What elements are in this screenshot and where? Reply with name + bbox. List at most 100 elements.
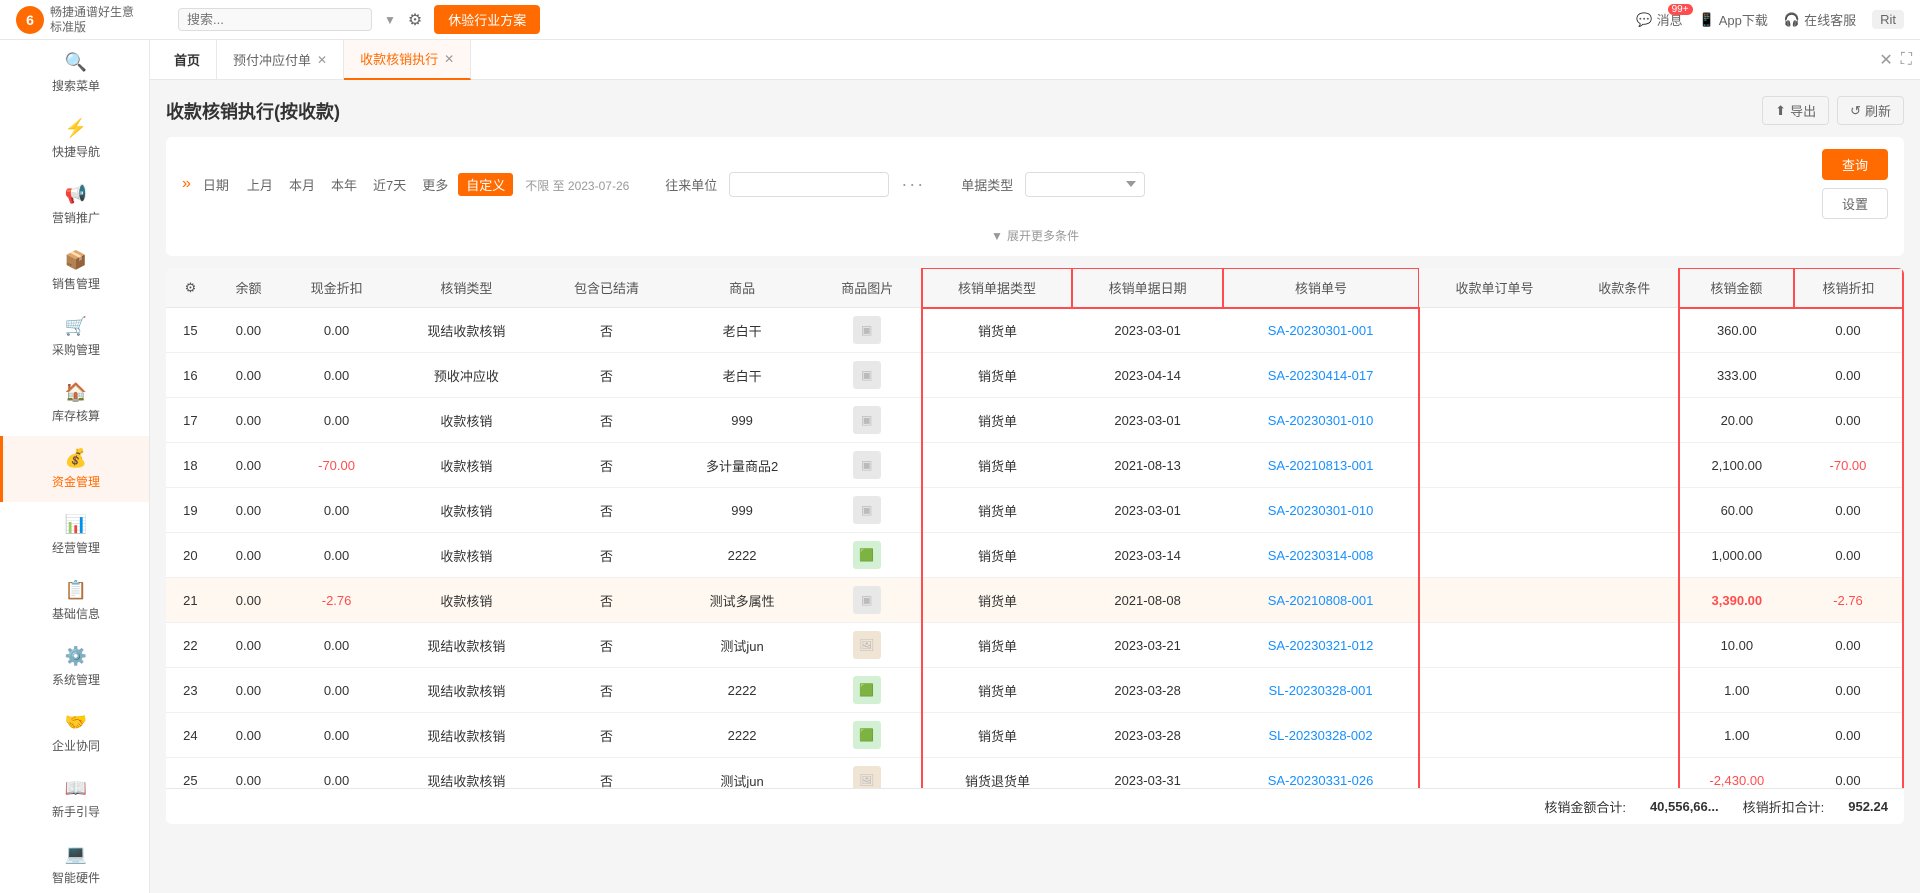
bill-no-link[interactable]: SA-20230414-017 bbox=[1268, 368, 1374, 383]
goods-image-placeholder: ▣ bbox=[853, 406, 881, 434]
logo-icon: 6 bbox=[16, 6, 44, 34]
data-table-card: ⚙ 余额 现金折扣 核销类型 包含已结清 商品 商品图片 核销单据类型 核销单据… bbox=[166, 268, 1904, 824]
query-button[interactable]: 查询 bbox=[1822, 149, 1888, 180]
sidebar: 🔍 搜索菜单 ⚡ 快捷导航 📢 营销推广 📦 销售管理 🛒 采购管理 🏠 库存核… bbox=[0, 40, 150, 893]
bill-no-link[interactable]: SA-20210813-001 bbox=[1268, 458, 1374, 473]
expand-more-button[interactable]: ▼ 展开更多条件 bbox=[991, 227, 1079, 244]
table-row: 180.00-70.00收款核销否多计量商品2▣销货单2021-08-13SA-… bbox=[166, 443, 1903, 488]
date-this-year-btn[interactable]: 本年 bbox=[325, 173, 363, 196]
app-label: App下载 bbox=[1719, 10, 1768, 29]
sidebar-label-guide: 新手引导 bbox=[52, 803, 100, 820]
online-service-button[interactable]: 🎧 在线客服 bbox=[1784, 10, 1856, 29]
goods-image-placeholder: ▣ bbox=[853, 586, 881, 614]
filter-card: » 日期 上月 本月 本年 近7天 更多 自定义 不限 至 2023-07-26… bbox=[166, 137, 1904, 256]
app-download-button[interactable]: 📱 App下载 bbox=[1699, 10, 1768, 29]
sidebar-item-purchase[interactable]: 🛒 采购管理 bbox=[0, 304, 149, 370]
footer-cancel-discount-label: 核销折扣合计: bbox=[1743, 797, 1825, 816]
col-header-cancel-discount: 核销折扣 bbox=[1794, 268, 1903, 308]
tab-bar: 首页 预付冲应付单 ✕ 收款核销执行 ✕ ✕ ⛶ bbox=[150, 40, 1920, 80]
refresh-icon: ↺ bbox=[1850, 103, 1861, 119]
date-7days-btn[interactable]: 近7天 bbox=[367, 173, 412, 196]
col-header-balance: 余额 bbox=[215, 268, 282, 308]
goods-image-cell: 🟩 bbox=[813, 533, 922, 578]
single-type-select[interactable] bbox=[1025, 172, 1145, 197]
tab-home[interactable]: 首页 bbox=[158, 40, 217, 80]
user-profile[interactable]: Rit bbox=[1872, 10, 1904, 29]
col-header-cancel-bill-date: 核销单据日期 bbox=[1072, 268, 1223, 308]
tab-prepay[interactable]: 预付冲应付单 ✕ bbox=[217, 40, 344, 80]
data-table: ⚙ 余额 现金折扣 核销类型 包含已结清 商品 商品图片 核销单据类型 核销单据… bbox=[166, 268, 1904, 788]
column-settings-button[interactable]: 设置 bbox=[1822, 188, 1888, 219]
sidebar-item-basic-info[interactable]: 📋 基础信息 bbox=[0, 568, 149, 634]
bill-no-link[interactable]: SA-20230301-010 bbox=[1268, 503, 1374, 518]
inventory-icon: 🏠 bbox=[65, 382, 87, 403]
refresh-button[interactable]: ↺ 刷新 bbox=[1837, 96, 1904, 125]
sidebar-item-sales[interactable]: 📦 销售管理 bbox=[0, 238, 149, 304]
sales-icon: 📦 bbox=[65, 250, 87, 271]
col-header-cancel-bill-type: 核销单据类型 bbox=[922, 268, 1073, 308]
sidebar-label-sales: 销售管理 bbox=[52, 275, 100, 292]
sidebar-item-marketing[interactable]: 📢 营销推广 bbox=[0, 172, 149, 238]
goods-image-placeholder: 🟩 bbox=[853, 676, 881, 704]
unit-label: 往来单位 bbox=[665, 175, 717, 194]
goods-image-placeholder: 🖼 bbox=[853, 631, 881, 659]
industry-solution-button[interactable]: 休验行业方案 bbox=[434, 5, 540, 34]
tab-cancel-close[interactable]: ✕ bbox=[444, 52, 454, 66]
message-icon: 💬 bbox=[1636, 12, 1652, 28]
sidebar-item-system[interactable]: ⚙️ 系统管理 bbox=[0, 634, 149, 700]
sidebar-item-inventory[interactable]: 🏠 库存核算 bbox=[0, 370, 149, 436]
bill-no-link[interactable]: SA-20230301-001 bbox=[1268, 323, 1374, 338]
unit-input[interactable] bbox=[729, 172, 889, 197]
col-header-receipt-condition: 收款条件 bbox=[1570, 268, 1679, 308]
system-icon: ⚙️ bbox=[65, 646, 87, 667]
goods-image-cell: ▣ bbox=[813, 353, 922, 398]
tab-cancel[interactable]: 收款核销执行 ✕ bbox=[344, 40, 471, 80]
sidebar-item-guide[interactable]: 📖 新手引导 bbox=[0, 766, 149, 832]
query-settings-group: 查询 设置 bbox=[1822, 149, 1888, 219]
date-last-month-btn[interactable]: 上月 bbox=[241, 173, 279, 196]
tab-home-label: 首页 bbox=[174, 50, 200, 69]
sidebar-item-quick-nav[interactable]: ⚡ 快捷导航 bbox=[0, 106, 149, 172]
bill-no-link[interactable]: SA-20230331-026 bbox=[1268, 773, 1374, 788]
tab-close-button[interactable]: ✕ bbox=[1879, 50, 1892, 70]
sidebar-item-collab[interactable]: 🤝 企业协同 bbox=[0, 700, 149, 766]
finance-icon: 💰 bbox=[65, 448, 87, 469]
sidebar-item-operations[interactable]: 📊 经营管理 bbox=[0, 502, 149, 568]
more-options-icon[interactable]: ··· bbox=[901, 174, 925, 195]
export-button[interactable]: ⬆ 导出 bbox=[1762, 96, 1829, 125]
top-search-input[interactable] bbox=[178, 8, 372, 31]
goods-image-placeholder: ▣ bbox=[853, 451, 881, 479]
sidebar-item-hardware[interactable]: 💻 智能硬件 bbox=[0, 832, 149, 893]
logo-text-1: 畅捷通谱好生意 bbox=[50, 5, 134, 19]
bill-no-link[interactable]: SA-20230321-012 bbox=[1268, 638, 1374, 653]
sidebar-item-search[interactable]: 🔍 搜索菜单 bbox=[0, 40, 149, 106]
goods-image-placeholder: 🟩 bbox=[853, 721, 881, 749]
goods-image-placeholder: ▣ bbox=[853, 316, 881, 344]
bill-no-link[interactable]: SA-20230301-010 bbox=[1268, 413, 1374, 428]
table-row: 150.000.00现结收款核销否老白干▣销货单2023-03-01SA-202… bbox=[166, 308, 1903, 353]
goods-image-cell: 🖼 bbox=[813, 623, 922, 668]
tab-prepay-close[interactable]: ✕ bbox=[317, 53, 327, 67]
bill-no-link[interactable]: SA-20230314-008 bbox=[1268, 548, 1374, 563]
date-range-display: 不限 至 2023-07-26 bbox=[525, 175, 629, 194]
bill-no-link[interactable]: SL-20230328-002 bbox=[1268, 728, 1372, 743]
export-icon: ⬆ bbox=[1775, 103, 1786, 119]
guide-icon: 📖 bbox=[65, 778, 87, 799]
footer-cancel-amount-value: 40,556,66... bbox=[1650, 799, 1719, 814]
message-button[interactable]: 💬 消息 99+ bbox=[1636, 10, 1682, 29]
tab-expand-button[interactable]: ⛶ bbox=[1901, 51, 1912, 69]
sidebar-label-inventory: 库存核算 bbox=[52, 407, 100, 424]
bill-no-link[interactable]: SA-20210808-001 bbox=[1268, 593, 1374, 608]
date-custom-btn[interactable]: 自定义 bbox=[458, 173, 513, 196]
sidebar-item-finance[interactable]: 💰 资金管理 bbox=[0, 436, 149, 502]
filter-collapse-icon[interactable]: » bbox=[182, 175, 191, 193]
table-row: 170.000.00收款核销否999▣销货单2023-03-01SA-20230… bbox=[166, 398, 1903, 443]
sidebar-label-purchase: 采购管理 bbox=[52, 341, 100, 358]
date-more-btn[interactable]: 更多 bbox=[416, 173, 454, 196]
date-range-text: 不限 至 2023-07-26 bbox=[525, 177, 629, 194]
top-bar-right: 💬 消息 99+ 📱 App下载 🎧 在线客服 Rit bbox=[1636, 10, 1904, 29]
bill-no-link[interactable]: SL-20230328-001 bbox=[1268, 683, 1372, 698]
date-this-month-btn[interactable]: 本月 bbox=[283, 173, 321, 196]
settings-icon[interactable]: ⚙ bbox=[408, 10, 422, 30]
table-wrapper[interactable]: ⚙ 余额 现金折扣 核销类型 包含已结清 商品 商品图片 核销单据类型 核销单据… bbox=[166, 268, 1904, 788]
